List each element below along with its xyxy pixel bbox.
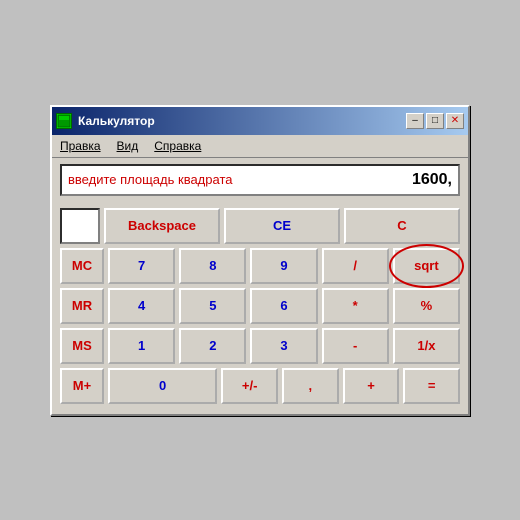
btn-6[interactable]: 6	[250, 288, 317, 324]
backspace-button[interactable]: Backspace	[104, 208, 220, 244]
title-bar: Калькулятор – □ ✕	[52, 107, 468, 135]
calc-row-4: M+ 0 +/- , + =	[60, 368, 460, 404]
btn-percent[interactable]: %	[393, 288, 460, 324]
btn-3[interactable]: 3	[250, 328, 317, 364]
btn-multiply[interactable]: *	[322, 288, 389, 324]
mc-button[interactable]: MC	[60, 248, 104, 284]
display-row: введите площадь квадрата 1600,	[60, 164, 460, 196]
ms-button[interactable]: MS	[60, 328, 104, 364]
btn-8[interactable]: 8	[179, 248, 246, 284]
sqrt-button[interactable]: sqrt	[393, 248, 460, 284]
menu-pravka[interactable]: Правка	[56, 137, 105, 155]
mplus-button[interactable]: M+	[60, 368, 104, 404]
btn-0[interactable]: 0	[108, 368, 217, 404]
btn-plus[interactable]: +	[343, 368, 400, 404]
btn-1[interactable]: 1	[108, 328, 175, 364]
calc-row-2: MR 4 5 6 * %	[60, 288, 460, 324]
ce-button[interactable]: CE	[224, 208, 340, 244]
minimize-button[interactable]: –	[406, 113, 424, 129]
window-title: Калькулятор	[78, 114, 400, 128]
btn-equals[interactable]: =	[403, 368, 460, 404]
calculator-window: Калькулятор – □ ✕ Правка Вид Справка вве…	[50, 105, 470, 416]
memory-display	[60, 208, 100, 244]
menu-bar: Правка Вид Справка	[52, 135, 468, 158]
maximize-button[interactable]: □	[426, 113, 444, 129]
btn-7[interactable]: 7	[108, 248, 175, 284]
calc-body: Backspace CE C MC 7 8 9 / sqrt MR 4 5 6 …	[52, 202, 468, 414]
btn-minus[interactable]: -	[322, 328, 389, 364]
calc-grid: MC 7 8 9 / sqrt MR 4 5 6 * % MS 1 2	[60, 248, 460, 404]
display-area: введите площадь квадрата 1600,	[52, 158, 468, 202]
c-button[interactable]: C	[344, 208, 460, 244]
menu-vid[interactable]: Вид	[113, 137, 143, 155]
menu-spravka[interactable]: Справка	[150, 137, 205, 155]
btn-reciprocal[interactable]: 1/x	[393, 328, 460, 364]
window-controls: – □ ✕	[406, 113, 464, 129]
btn-negate[interactable]: +/-	[221, 368, 278, 404]
calc-row-3: MS 1 2 3 - 1/x	[60, 328, 460, 364]
btn-divide[interactable]: /	[322, 248, 389, 284]
btn-9[interactable]: 9	[250, 248, 317, 284]
btn-4[interactable]: 4	[108, 288, 175, 324]
display-hint: введите площадь квадрата	[68, 172, 392, 187]
top-row: Backspace CE C	[60, 208, 460, 244]
app-icon	[56, 113, 72, 129]
calc-row-1: MC 7 8 9 / sqrt	[60, 248, 460, 284]
btn-5[interactable]: 5	[179, 288, 246, 324]
display-value: 1600,	[392, 171, 452, 189]
btn-comma[interactable]: ,	[282, 368, 339, 404]
close-button[interactable]: ✕	[446, 113, 464, 129]
mr-button[interactable]: MR	[60, 288, 104, 324]
btn-2[interactable]: 2	[179, 328, 246, 364]
